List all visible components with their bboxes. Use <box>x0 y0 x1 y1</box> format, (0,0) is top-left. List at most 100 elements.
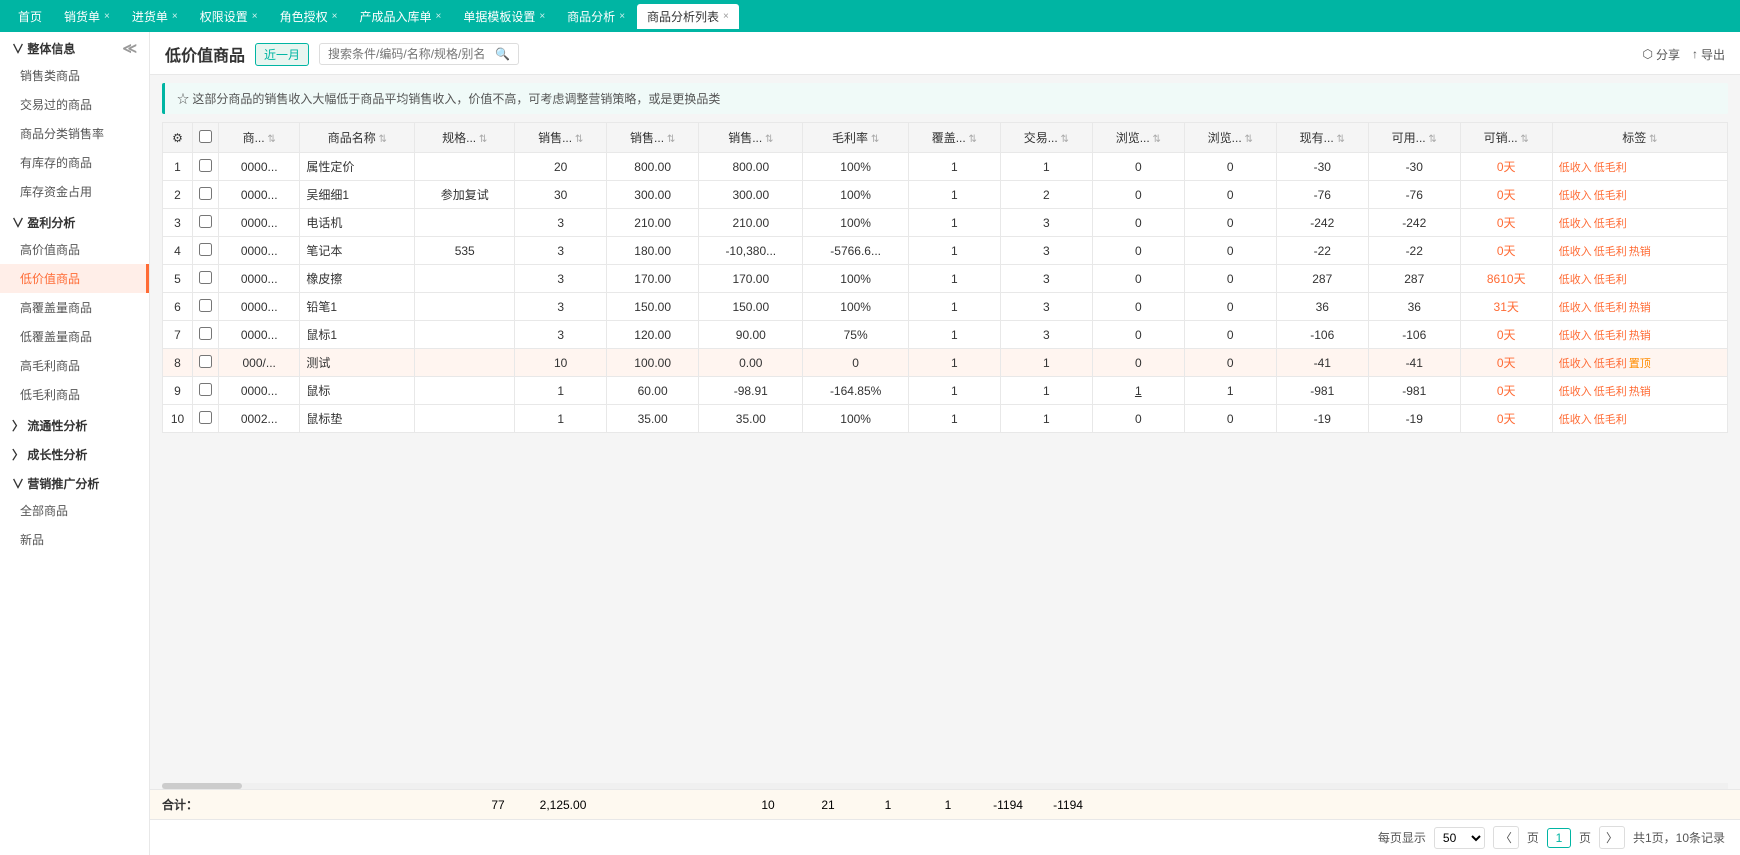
close-icon[interactable]: × <box>332 11 338 22</box>
col-checkbox[interactable] <box>193 123 219 153</box>
col-stock[interactable]: 现有... ⇅ <box>1276 123 1368 153</box>
nav-analysis-list[interactable]: 商品分析列表 × <box>637 4 739 29</box>
row-checkbox[interactable] <box>193 377 219 405</box>
close-icon[interactable]: × <box>619 11 625 22</box>
sidebar-item-sales-products[interactable]: 销售类商品 <box>0 61 149 90</box>
col-trade[interactable]: 交易... ⇅ <box>1000 123 1092 153</box>
row-checkbox[interactable] <box>193 181 219 209</box>
footer-label: 合计： <box>162 796 198 813</box>
nav-sales[interactable]: 销货单 × <box>54 4 120 29</box>
col-spec[interactable]: 规格... ⇅ <box>415 123 515 153</box>
row-browse1[interactable]: 0 <box>1092 321 1184 349</box>
nav-permissions[interactable]: 权限设置 × <box>190 4 268 29</box>
close-icon[interactable]: × <box>539 11 545 22</box>
sidebar-item-traded-products[interactable]: 交易过的商品 <box>0 90 149 119</box>
sidebar-group-profit[interactable]: ∨ 盈利分析 <box>0 206 149 235</box>
select-all-checkbox[interactable] <box>199 130 212 143</box>
row-select-checkbox[interactable] <box>199 383 212 396</box>
sidebar-item-all-products[interactable]: 全部商品 <box>0 496 149 525</box>
col-settings[interactable]: ⚙ <box>163 123 193 153</box>
col-tags[interactable]: 标签 ⇅ <box>1552 123 1727 153</box>
sidebar-item-stock-products[interactable]: 有库存的商品 <box>0 148 149 177</box>
prev-page-button[interactable]: 〈 <box>1493 826 1519 849</box>
col-sellable[interactable]: 可销... ⇅ <box>1460 123 1552 153</box>
nav-roles[interactable]: 角色授权 × <box>270 4 348 29</box>
export-button[interactable]: ↑ 导出 <box>1692 46 1725 63</box>
row-browse1[interactable]: 1 <box>1092 377 1184 405</box>
close-icon[interactable]: × <box>252 11 258 22</box>
row-select-checkbox[interactable] <box>199 327 212 340</box>
filter-button[interactable]: 近一月 <box>255 43 309 66</box>
row-select-checkbox[interactable] <box>199 159 212 172</box>
row-browse1[interactable]: 0 <box>1092 293 1184 321</box>
row-trade: 1 <box>1000 153 1092 181</box>
col-margin[interactable]: 毛利率 ⇅ <box>803 123 908 153</box>
row-checkbox[interactable] <box>193 321 219 349</box>
row-browse1[interactable]: 0 <box>1092 237 1184 265</box>
row-browse1[interactable]: 0 <box>1092 181 1184 209</box>
row-num: 8 <box>163 349 193 377</box>
nav-template[interactable]: 单据模板设置 × <box>453 4 555 29</box>
row-browse1[interactable]: 0 <box>1092 209 1184 237</box>
row-select-checkbox[interactable] <box>199 187 212 200</box>
nav-purchase[interactable]: 进货单 × <box>122 4 188 29</box>
nav-warehouse[interactable]: 产成品入库单 × <box>349 4 451 29</box>
col-sale2[interactable]: 销售... ⇅ <box>699 123 803 153</box>
col-name[interactable]: 商品名称 ⇅ <box>300 123 415 153</box>
search-input[interactable] <box>328 47 490 61</box>
row-checkbox[interactable] <box>193 237 219 265</box>
sidebar-item-high-coverage[interactable]: 高覆盖量商品 <box>0 293 149 322</box>
sidebar-item-low-margin[interactable]: 低毛利商品 <box>0 380 149 409</box>
row-sale2: -98.91 <box>699 377 803 405</box>
col-browse2[interactable]: 浏览... ⇅ <box>1184 123 1276 153</box>
sidebar-item-capital[interactable]: 库存资金占用 <box>0 177 149 206</box>
row-checkbox[interactable] <box>193 153 219 181</box>
per-page-select[interactable]: 50 100 200 <box>1434 827 1485 849</box>
row-browse1[interactable]: 0 <box>1092 349 1184 377</box>
row-checkbox[interactable] <box>193 209 219 237</box>
row-avail: -19 <box>1368 405 1460 433</box>
row-select-checkbox[interactable] <box>199 355 212 368</box>
close-icon[interactable]: × <box>104 11 110 22</box>
sidebar-item-new-products[interactable]: 新品 <box>0 525 149 554</box>
col-avail[interactable]: 可用... ⇅ <box>1368 123 1460 153</box>
row-checkbox[interactable] <box>193 265 219 293</box>
sidebar-item-high-value[interactable]: 高价值商品 <box>0 235 149 264</box>
row-checkbox[interactable] <box>193 293 219 321</box>
row-select-checkbox[interactable] <box>199 411 212 424</box>
row-checkbox[interactable] <box>193 405 219 433</box>
nav-analysis[interactable]: 商品分析 × <box>557 4 635 29</box>
share-button[interactable]: ⬡ 分享 <box>1642 46 1680 63</box>
col-browse1[interactable]: 浏览... ⇅ <box>1092 123 1184 153</box>
next-page-button[interactable]: 〉 <box>1599 826 1625 849</box>
close-icon[interactable]: × <box>435 11 441 22</box>
sidebar-item-high-margin[interactable]: 高毛利商品 <box>0 351 149 380</box>
top-navigation: 首页 销货单 × 进货单 × 权限设置 × 角色授权 × 产成品入库单 × 单据… <box>0 0 1740 32</box>
sidebar-group-flow[interactable]: 〉 流通性分析 <box>0 409 149 438</box>
nav-home[interactable]: 首页 <box>8 4 52 29</box>
sidebar-group-growth[interactable]: 〉 成长性分析 <box>0 438 149 467</box>
row-browse1[interactable]: 0 <box>1092 153 1184 181</box>
search-icon[interactable]: 🔍 <box>495 47 510 61</box>
row-browse1[interactable]: 0 <box>1092 265 1184 293</box>
footer-cover: 10 <box>738 798 798 812</box>
table-container[interactable]: ⚙ 商... ⇅ 商品名称 ⇅ 规格... ⇅ 销售... ⇅ 销售... ⇅ … <box>150 114 1740 783</box>
row-select-checkbox[interactable] <box>199 299 212 312</box>
col-qty[interactable]: 销售... ⇅ <box>515 123 607 153</box>
row-select-checkbox[interactable] <box>199 271 212 284</box>
collapse-icon[interactable]: ≪ <box>122 40 137 57</box>
close-icon[interactable]: × <box>172 11 178 22</box>
row-checkbox[interactable] <box>193 349 219 377</box>
row-select-checkbox[interactable] <box>199 215 212 228</box>
sidebar-item-low-coverage[interactable]: 低覆盖量商品 <box>0 322 149 351</box>
sidebar-item-low-value[interactable]: 低价值商品 <box>0 264 149 293</box>
sidebar-item-category-rate[interactable]: 商品分类销售率 <box>0 119 149 148</box>
col-cover[interactable]: 覆盖... ⇅ <box>908 123 1000 153</box>
close-icon[interactable]: × <box>723 11 729 22</box>
sidebar-group-marketing[interactable]: ∨ 营销推广分析 <box>0 467 149 496</box>
sidebar-group-overview[interactable]: ∨ 整体信息 ≪ <box>0 32 149 61</box>
col-code[interactable]: 商... ⇅ <box>219 123 300 153</box>
row-select-checkbox[interactable] <box>199 243 212 256</box>
col-sale1[interactable]: 销售... ⇅ <box>607 123 699 153</box>
row-browse1[interactable]: 0 <box>1092 405 1184 433</box>
